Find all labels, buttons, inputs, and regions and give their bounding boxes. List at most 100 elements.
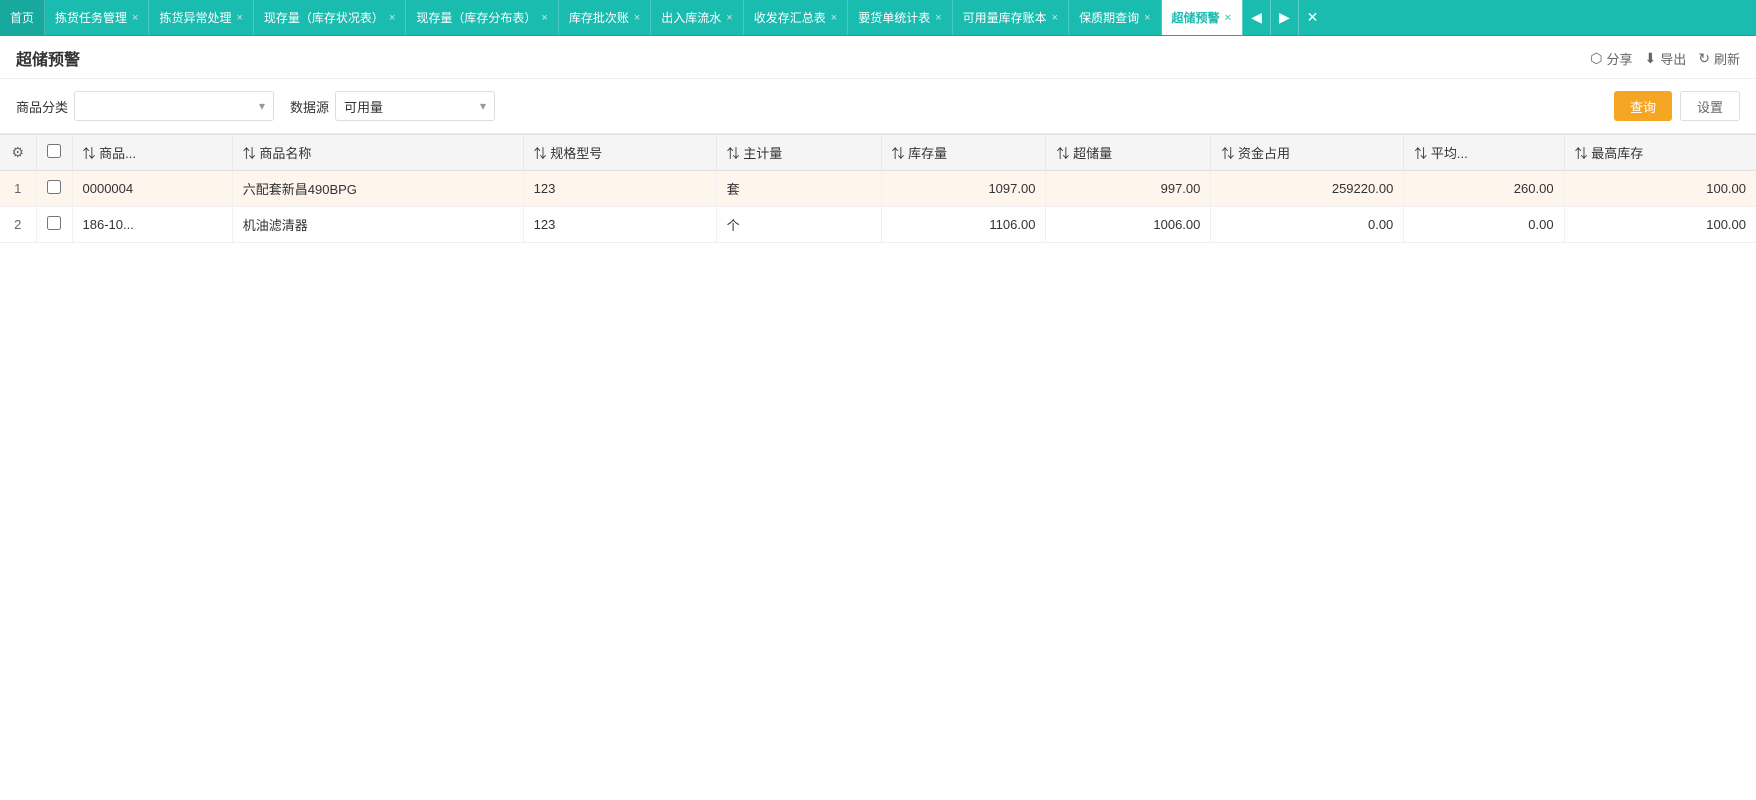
nav-item-home[interactable]: 首页 <box>0 0 45 35</box>
td-checkbox[interactable] <box>36 171 72 207</box>
nav-label-home: 首页 <box>10 9 34 26</box>
nav-close-stock-status[interactable]: × <box>389 12 395 24</box>
header-actions: ⬡ 分享 ⬇ 导出 ↻ 刷新 <box>1590 49 1740 68</box>
filter-bar: 商品分类 ▾ 数据源 可用量 ▾ 查询 设置 <box>0 79 1756 134</box>
share-button[interactable]: ⬡ 分享 <box>1590 49 1632 68</box>
th-unit-text: 主计量 <box>743 146 782 161</box>
datasource-select[interactable]: 可用量 ▾ <box>335 91 495 121</box>
nav-item-collection[interactable]: 收发存汇总表 × <box>744 0 848 35</box>
nav-label-overstock: 超储预警 <box>1172 9 1220 26</box>
nav-item-order-stats[interactable]: 要货单统计表 × <box>848 0 952 35</box>
td-max-stock: 100.00 <box>1564 207 1756 243</box>
gear-icon[interactable]: ⚙ <box>11 144 24 160</box>
th-product-code-label: ⇅ <box>83 146 100 161</box>
nav-item-stock-dist[interactable]: 现存量（库存分布表） × <box>406 0 558 35</box>
nav-label-task-mgmt: 拣货任务管理 <box>55 9 127 26</box>
filter-actions: 查询 设置 <box>1614 91 1740 121</box>
td-product-code: 0000004 <box>72 171 232 207</box>
datasource-select-value: 可用量 <box>344 97 383 116</box>
td-checkbox[interactable] <box>36 207 72 243</box>
th-avg-sort: ⇅ <box>1414 146 1431 161</box>
nav-item-flow[interactable]: 出入库流水 × <box>651 0 743 35</box>
th-product-name[interactable]: ⇅ 商品名称 <box>232 135 523 171</box>
nav-close-flow[interactable]: × <box>726 12 732 24</box>
td-capital: 259220.00 <box>1211 171 1404 207</box>
nav-close-order-stats[interactable]: × <box>935 12 941 24</box>
th-overstock-sort: ⇅ <box>1056 146 1073 161</box>
nav-close-overstock[interactable]: × <box>1225 12 1231 24</box>
th-settings[interactable]: ⚙ <box>0 135 36 171</box>
category-select[interactable]: ▾ <box>74 91 274 121</box>
th-max-stock[interactable]: ⇅ 最高库存 <box>1564 135 1756 171</box>
nav-prev-arrow[interactable]: ◀ <box>1242 0 1270 35</box>
td-overstock: 997.00 <box>1046 171 1211 207</box>
th-avg[interactable]: ⇅ 平均... <box>1404 135 1564 171</box>
nav-label-available: 可用量库存账本 <box>963 9 1047 26</box>
nav-close-stock-dist[interactable]: × <box>541 12 547 24</box>
table-row: 1 0000004 六配套新昌490BPG 123 套 1097.00 997.… <box>0 171 1756 207</box>
nav-close-task-mgmt[interactable]: × <box>132 12 138 24</box>
nav-close-batch[interactable]: × <box>634 12 640 24</box>
td-avg: 0.00 <box>1404 207 1564 243</box>
th-max-stock-sort: ⇅ <box>1575 146 1592 161</box>
datasource-filter-label: 数据源 <box>290 97 329 116</box>
th-spec[interactable]: ⇅ 规格型号 <box>523 135 716 171</box>
refresh-label: 刷新 <box>1714 49 1740 68</box>
nav-close-quality[interactable]: × <box>1144 12 1150 24</box>
setting-button[interactable]: 设置 <box>1680 91 1740 121</box>
refresh-button[interactable]: ↻ 刷新 <box>1698 49 1740 68</box>
table-row: 2 186-10... 机油滤清器 123 个 1106.00 1006.00 … <box>0 207 1756 243</box>
th-capital[interactable]: ⇅ 资金占用 <box>1211 135 1404 171</box>
th-stock[interactable]: ⇅ 库存量 <box>881 135 1046 171</box>
nav-label-abnormal: 拣货异常处理 <box>159 9 231 26</box>
th-unit[interactable]: ⇅ 主计量 <box>716 135 881 171</box>
share-label: 分享 <box>1606 49 1632 68</box>
nav-item-abnormal[interactable]: 拣货异常处理 × <box>149 0 253 35</box>
query-button[interactable]: 查询 <box>1614 91 1672 121</box>
nav-label-stock-status: 现存量（库存状况表） <box>264 9 384 26</box>
nav-label-collection: 收发存汇总表 <box>754 9 826 26</box>
nav-item-quality[interactable]: 保质期查询 × <box>1069 0 1161 35</box>
th-overstock[interactable]: ⇅ 超储量 <box>1046 135 1211 171</box>
nav-close-all-arrow[interactable]: ✕ <box>1298 0 1326 35</box>
th-stock-sort: ⇅ <box>892 146 909 161</box>
nav-item-batch[interactable]: 库存批次账 × <box>559 0 651 35</box>
nav-item-overstock[interactable]: 超储预警 × <box>1162 0 1242 35</box>
nav-close-abnormal[interactable]: × <box>236 12 242 24</box>
td-overstock: 1006.00 <box>1046 207 1211 243</box>
td-unit: 个 <box>716 207 881 243</box>
nav-close-collection[interactable]: × <box>831 12 837 24</box>
nav-next-arrow[interactable]: ▶ <box>1270 0 1298 35</box>
td-stock: 1106.00 <box>881 207 1046 243</box>
row-checkbox[interactable] <box>47 180 61 194</box>
table-header-row: ⚙ ⇅ 商品... ⇅ 商品名称 ⇅ 规格型号 ⇅ 主计量 <box>0 135 1756 171</box>
td-product-code: 186-10... <box>72 207 232 243</box>
th-spec-sort: ⇅ <box>534 146 551 161</box>
table-body: 1 0000004 六配套新昌490BPG 123 套 1097.00 997.… <box>0 171 1756 243</box>
td-capital: 0.00 <box>1211 207 1404 243</box>
row-checkbox[interactable] <box>47 216 61 230</box>
nav-close-available[interactable]: × <box>1052 12 1058 24</box>
td-row-num: 1 <box>0 171 36 207</box>
td-spec: 123 <box>523 207 716 243</box>
th-product-name-sort: ⇅ <box>243 146 260 161</box>
th-product-code[interactable]: ⇅ 商品... <box>72 135 232 171</box>
data-table: ⚙ ⇅ 商品... ⇅ 商品名称 ⇅ 规格型号 ⇅ 主计量 <box>0 134 1756 243</box>
nav-item-available[interactable]: 可用量库存账本 × <box>953 0 1069 35</box>
datasource-filter-group: 数据源 可用量 ▾ <box>290 91 495 121</box>
td-spec: 123 <box>523 171 716 207</box>
nav-item-task-mgmt[interactable]: 拣货任务管理 × <box>45 0 149 35</box>
datasource-select-arrow: ▾ <box>480 99 486 113</box>
refresh-icon: ↻ <box>1698 50 1710 67</box>
page-title: 超储预警 <box>16 46 80 70</box>
category-filter-label: 商品分类 <box>16 97 68 116</box>
export-button[interactable]: ⬇ 导出 <box>1645 49 1687 68</box>
nav-item-stock-status[interactable]: 现存量（库存状况表） × <box>254 0 406 35</box>
select-all-checkbox[interactable] <box>47 144 61 158</box>
th-capital-sort: ⇅ <box>1221 146 1238 161</box>
td-unit: 套 <box>716 171 881 207</box>
th-checkbox[interactable] <box>36 135 72 171</box>
th-max-stock-text: 最高库存 <box>1591 146 1643 161</box>
nav-label-order-stats: 要货单统计表 <box>858 9 930 26</box>
td-product-name: 机油滤清器 <box>232 207 523 243</box>
